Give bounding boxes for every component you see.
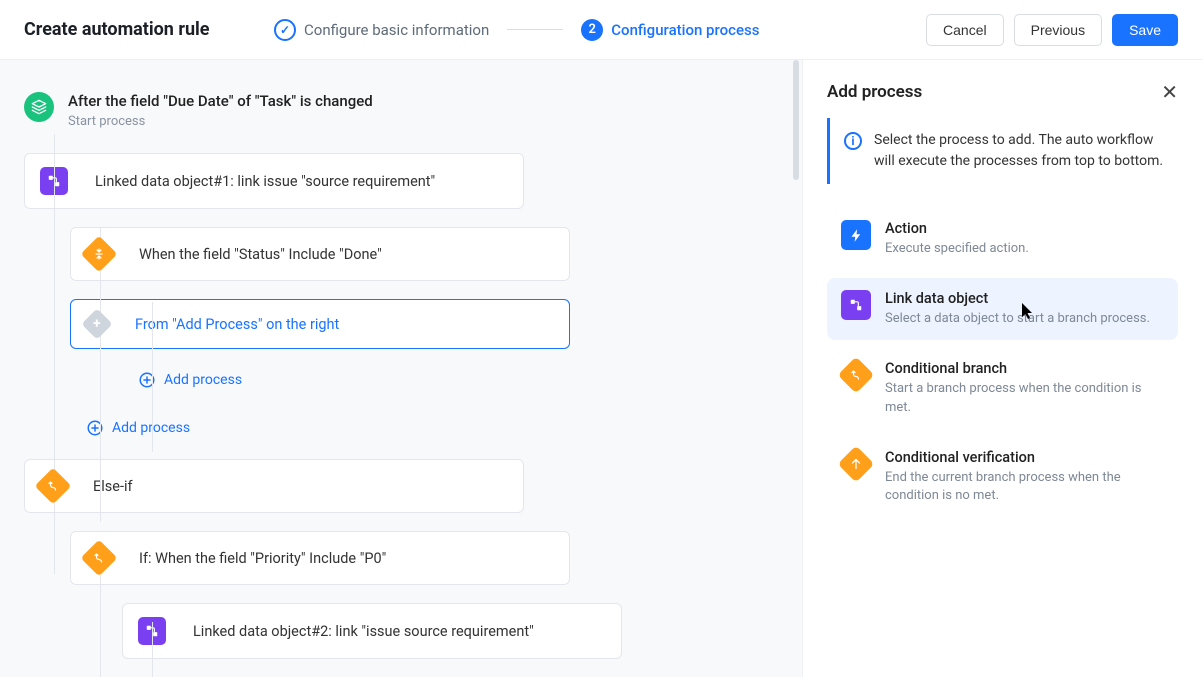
option-action-desc: Execute specified action.	[885, 240, 1029, 258]
hint-text: From "Add Process" on the right	[135, 316, 339, 333]
step-1[interactable]: Configure basic information	[274, 19, 489, 41]
trigger-node[interactable]: After the field "Due Date" of "Task" is …	[24, 92, 778, 129]
add-process-link-inner[interactable]: Add process	[138, 363, 778, 397]
option-branch-title: Conditional branch	[885, 360, 1164, 377]
option-link-data-object[interactable]: Link data object Select a data object to…	[827, 278, 1178, 340]
condition-card-priority[interactable]: If: When the field "Priority" Include "P…	[70, 531, 570, 585]
connector-line	[54, 134, 55, 574]
option-conditional-branch[interactable]: Conditional branch Start a branch proces…	[827, 348, 1178, 428]
branch-icon	[838, 357, 875, 394]
cancel-button[interactable]: Cancel	[926, 14, 1004, 46]
placeholder-icon: +	[81, 308, 112, 339]
plus-circle-icon	[138, 371, 156, 389]
process-canvas: After the field "Due Date" of "Task" is …	[0, 60, 802, 677]
layers-icon	[24, 92, 54, 122]
add-process-link-outer[interactable]: Add process	[86, 411, 778, 445]
option-verify-desc: End the current branch process when the …	[885, 469, 1164, 505]
connector-line	[100, 228, 101, 522]
condition-card-status[interactable]: When the field "Status" Include "Done"	[70, 227, 570, 281]
option-link-desc: Select a data object to start a branch p…	[885, 310, 1150, 328]
add-process-hint-card[interactable]: + From "Add Process" on the right	[70, 299, 570, 349]
connector-line	[152, 302, 153, 452]
option-action[interactable]: Action Execute specified action.	[827, 208, 1178, 270]
option-branch-desc: Start a branch process when the conditio…	[885, 380, 1164, 416]
condition-priority-text: If: When the field "Priority" Include "P…	[139, 550, 386, 567]
check-icon	[274, 19, 296, 41]
else-if-text: Else-if	[93, 478, 133, 495]
body: After the field "Due Date" of "Task" is …	[0, 60, 1202, 677]
step-2-label: Configuration process	[611, 21, 759, 39]
add-process-label: Add process	[164, 372, 242, 388]
option-conditional-verification[interactable]: Conditional verification End the current…	[827, 437, 1178, 517]
save-button[interactable]: Save	[1112, 14, 1178, 46]
option-link-title: Link data object	[885, 290, 1150, 307]
scrollbar-thumb[interactable]	[793, 60, 799, 180]
info-text: Select the process to add. The auto work…	[874, 130, 1166, 172]
header-actions: Cancel Previous Save	[926, 14, 1178, 46]
branch-icon	[81, 540, 118, 577]
else-if-card[interactable]: Else-if	[24, 459, 524, 513]
connector-line	[152, 622, 153, 677]
step-2[interactable]: 2 Configuration process	[581, 19, 759, 41]
previous-button[interactable]: Previous	[1014, 14, 1102, 46]
trigger-subtitle: Start process	[68, 114, 778, 129]
cursor-icon	[1021, 302, 1035, 320]
option-verify-title: Conditional verification	[885, 449, 1164, 466]
verify-icon	[838, 445, 875, 482]
condition-icon	[81, 236, 118, 273]
trigger-title: After the field "Due Date" of "Task" is …	[68, 92, 778, 110]
condition-status-text: When the field "Status" Include "Done"	[139, 246, 382, 263]
close-icon[interactable]: ✕	[1161, 82, 1178, 102]
step-1-label: Configure basic information	[304, 21, 489, 39]
wizard-steps: Configure basic information 2 Configurat…	[274, 19, 926, 41]
linked-object-2-text: Linked data object#2: link "issue source…	[193, 623, 534, 640]
plus-circle-icon	[86, 419, 104, 437]
panel-title: Add process	[827, 82, 922, 102]
step-connector	[507, 29, 563, 30]
linked-object-1-text: Linked data object#1: link issue "source…	[95, 173, 435, 190]
lightning-icon	[841, 220, 871, 250]
option-action-title: Action	[885, 220, 1029, 237]
add-process-panel: Add process ✕ i Select the process to ad…	[802, 60, 1202, 677]
header: Create automation rule Configure basic i…	[0, 0, 1202, 60]
step-number-icon: 2	[581, 19, 603, 41]
info-banner: i Select the process to add. The auto wo…	[827, 118, 1178, 184]
page-title: Create automation rule	[24, 19, 274, 40]
branch-icon	[35, 468, 72, 505]
info-icon: i	[844, 132, 862, 150]
link-object-icon	[841, 290, 871, 320]
linked-object-card-1[interactable]: Linked data object#1: link issue "source…	[24, 153, 524, 209]
linked-object-card-2[interactable]: Linked data object#2: link "issue source…	[122, 603, 622, 659]
